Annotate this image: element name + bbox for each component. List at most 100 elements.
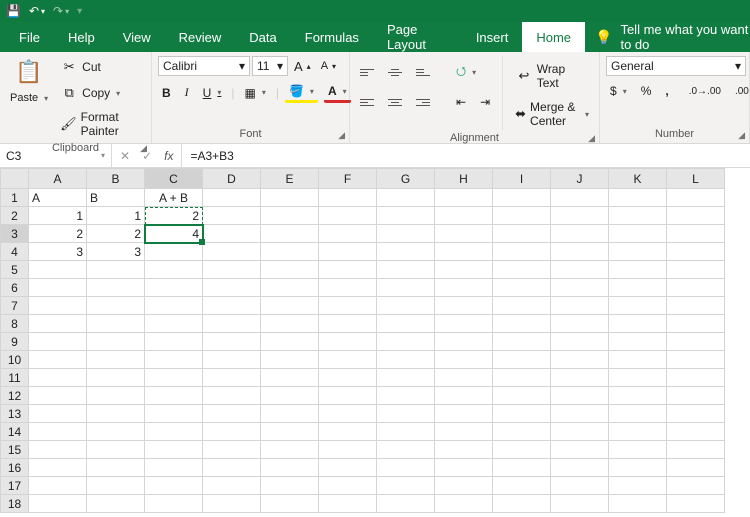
cell-F18[interactable] bbox=[319, 495, 377, 513]
align-left-button[interactable] bbox=[356, 97, 378, 108]
cell-J1[interactable] bbox=[551, 189, 609, 207]
cell-J4[interactable] bbox=[551, 243, 609, 261]
cell-H17[interactable] bbox=[435, 477, 493, 495]
cell-H1[interactable] bbox=[435, 189, 493, 207]
cell-A6[interactable] bbox=[29, 279, 87, 297]
dialog-launcher-icon[interactable]: ◢ bbox=[338, 130, 345, 141]
cell-D14[interactable] bbox=[203, 423, 261, 441]
cell-F12[interactable] bbox=[319, 387, 377, 405]
cell-J9[interactable] bbox=[551, 333, 609, 351]
col-header-B[interactable]: B bbox=[87, 169, 145, 189]
cell-C5[interactable] bbox=[145, 261, 203, 279]
cell-C13[interactable] bbox=[145, 405, 203, 423]
cell-L12[interactable] bbox=[667, 387, 725, 405]
decrease-font-button[interactable]: A▾ bbox=[317, 58, 340, 74]
col-header-F[interactable]: F bbox=[319, 169, 377, 189]
cell-L14[interactable] bbox=[667, 423, 725, 441]
cell-K17[interactable] bbox=[609, 477, 667, 495]
col-header-C[interactable]: C bbox=[145, 169, 203, 189]
bold-button[interactable]: B bbox=[158, 84, 175, 102]
increase-decimal-button[interactable]: .0→.00 bbox=[685, 84, 725, 99]
cell-I11[interactable] bbox=[493, 369, 551, 387]
cell-A2[interactable]: 1 bbox=[29, 207, 87, 225]
cell-L6[interactable] bbox=[667, 279, 725, 297]
cell-G16[interactable] bbox=[377, 459, 435, 477]
font-name-select[interactable]: Calibri▾ bbox=[158, 56, 250, 76]
dialog-launcher-icon[interactable]: ◢ bbox=[738, 130, 745, 141]
cell-A16[interactable] bbox=[29, 459, 87, 477]
cell-E3[interactable] bbox=[261, 225, 319, 243]
cell-B13[interactable] bbox=[87, 405, 145, 423]
cell-F6[interactable] bbox=[319, 279, 377, 297]
cell-D13[interactable] bbox=[203, 405, 261, 423]
decrease-decimal-button[interactable]: .00→.0 bbox=[731, 84, 750, 99]
cell-C16[interactable] bbox=[145, 459, 203, 477]
cell-F4[interactable] bbox=[319, 243, 377, 261]
cell-D5[interactable] bbox=[203, 261, 261, 279]
cell-J2[interactable] bbox=[551, 207, 609, 225]
cell-B7[interactable] bbox=[87, 297, 145, 315]
cell-G18[interactable] bbox=[377, 495, 435, 513]
worksheet-grid[interactable]: ABCDEFGHIJKL1ABA + B21123224433567891011… bbox=[0, 168, 750, 517]
cell-A3[interactable]: 2 bbox=[29, 225, 87, 243]
cell-I14[interactable] bbox=[493, 423, 551, 441]
cell-E7[interactable] bbox=[261, 297, 319, 315]
cell-E4[interactable] bbox=[261, 243, 319, 261]
cell-D15[interactable] bbox=[203, 441, 261, 459]
cell-D6[interactable] bbox=[203, 279, 261, 297]
percent-format-button[interactable]: % bbox=[637, 82, 656, 100]
tab-home[interactable]: Home bbox=[522, 22, 585, 52]
cell-K6[interactable] bbox=[609, 279, 667, 297]
number-format-select[interactable]: General▾ bbox=[606, 56, 746, 76]
cell-D2[interactable] bbox=[203, 207, 261, 225]
tab-file[interactable]: File bbox=[5, 22, 54, 52]
row-header-8[interactable]: 8 bbox=[1, 315, 29, 333]
undo-icon[interactable]: ↶▾ bbox=[29, 4, 45, 18]
cell-L8[interactable] bbox=[667, 315, 725, 333]
cell-F2[interactable] bbox=[319, 207, 377, 225]
cell-I12[interactable] bbox=[493, 387, 551, 405]
cell-L10[interactable] bbox=[667, 351, 725, 369]
cell-K1[interactable] bbox=[609, 189, 667, 207]
font-color-button[interactable]: A▾ bbox=[324, 82, 351, 103]
cut-button[interactable]: ✂Cut bbox=[56, 56, 145, 78]
cell-G8[interactable] bbox=[377, 315, 435, 333]
fill-handle[interactable] bbox=[199, 239, 205, 245]
cell-G17[interactable] bbox=[377, 477, 435, 495]
underline-button[interactable]: U▾ bbox=[199, 84, 226, 102]
cell-F14[interactable] bbox=[319, 423, 377, 441]
cell-B9[interactable] bbox=[87, 333, 145, 351]
cell-L15[interactable] bbox=[667, 441, 725, 459]
cell-E17[interactable] bbox=[261, 477, 319, 495]
cell-G15[interactable] bbox=[377, 441, 435, 459]
fill-color-button[interactable]: 🪣▾ bbox=[285, 82, 318, 103]
cell-L18[interactable] bbox=[667, 495, 725, 513]
cell-F3[interactable] bbox=[319, 225, 377, 243]
cell-L4[interactable] bbox=[667, 243, 725, 261]
dialog-launcher-icon[interactable]: ◢ bbox=[140, 143, 147, 154]
cell-H14[interactable] bbox=[435, 423, 493, 441]
decrease-indent-button[interactable]: ⇤ bbox=[452, 93, 470, 111]
cell-C8[interactable] bbox=[145, 315, 203, 333]
cell-A4[interactable]: 3 bbox=[29, 243, 87, 261]
row-header-9[interactable]: 9 bbox=[1, 333, 29, 351]
cell-A13[interactable] bbox=[29, 405, 87, 423]
cell-C1[interactable]: A + B bbox=[145, 189, 203, 207]
fx-icon[interactable]: fx bbox=[164, 149, 173, 163]
cell-C15[interactable] bbox=[145, 441, 203, 459]
cell-B14[interactable] bbox=[87, 423, 145, 441]
cell-G9[interactable] bbox=[377, 333, 435, 351]
wrap-text-button[interactable]: ↩Wrap Text bbox=[511, 60, 593, 92]
cell-G6[interactable] bbox=[377, 279, 435, 297]
align-middle-button[interactable] bbox=[384, 67, 406, 78]
cell-A8[interactable] bbox=[29, 315, 87, 333]
cell-C10[interactable] bbox=[145, 351, 203, 369]
cell-L1[interactable] bbox=[667, 189, 725, 207]
merge-center-button[interactable]: ⬌Merge & Center▾ bbox=[511, 98, 593, 130]
cell-E14[interactable] bbox=[261, 423, 319, 441]
cell-E12[interactable] bbox=[261, 387, 319, 405]
cell-J12[interactable] bbox=[551, 387, 609, 405]
cell-H6[interactable] bbox=[435, 279, 493, 297]
cell-A11[interactable] bbox=[29, 369, 87, 387]
cell-J7[interactable] bbox=[551, 297, 609, 315]
